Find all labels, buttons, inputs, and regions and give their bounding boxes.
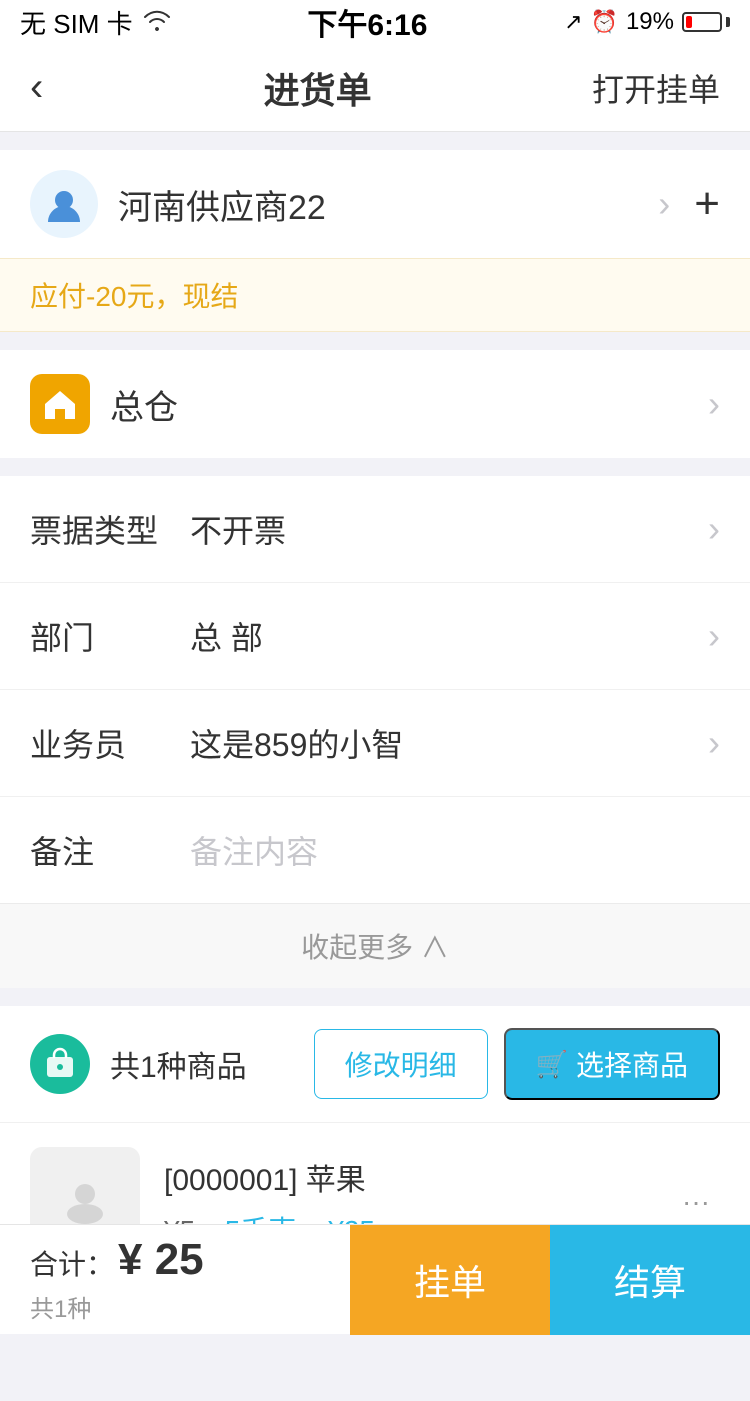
status-bar: 无 SIM 卡 下午6:16 ↗ ⏰ 19% (0, 0, 750, 44)
product-header: 共1种商品 修改明细 🛒 选择商品 (0, 1006, 750, 1122)
salesperson-chevron-icon: › (708, 722, 720, 764)
product-name: [0000001] 苹果 (164, 1155, 672, 1199)
invoice-label: 票据类型 (30, 506, 170, 552)
product-count-icon (30, 1034, 90, 1094)
warehouse-chevron-icon: › (708, 383, 720, 425)
total-amount: ¥ 25 (118, 1235, 204, 1285)
bottom-bar: 合计： ¥ 25 共1种 挂单 结算 (0, 1224, 750, 1334)
field-row-salesperson[interactable]: 业务员 这是859的小智 › (0, 689, 750, 796)
add-supplier-button[interactable]: + (694, 179, 720, 229)
total-label: 合计： (30, 1243, 114, 1283)
hang-button[interactable]: 挂单 (350, 1225, 550, 1335)
salesperson-label: 业务员 (30, 720, 170, 766)
collapse-toggle[interactable]: 收起更多 ∧ (0, 903, 750, 988)
back-button[interactable]: ‹ (30, 65, 43, 110)
status-indicators: ↗ ⏰ 19% (564, 8, 730, 36)
carrier-text: 无 SIM 卡 (20, 4, 133, 41)
location-icon: ↗ (564, 9, 582, 35)
salesperson-value: 这是859的小智 (170, 720, 708, 766)
invoice-chevron-icon: › (708, 508, 720, 550)
warehouse-name: 总仓 (110, 380, 708, 429)
supplier-avatar (30, 170, 98, 238)
divider-2 (0, 332, 750, 350)
department-label: 部门 (30, 613, 170, 659)
field-row-invoice[interactable]: 票据类型 不开票 › (0, 476, 750, 582)
invoice-value: 不开票 (170, 506, 708, 552)
alarm-icon: ⏰ (591, 9, 618, 35)
checkout-button[interactable]: 结算 (550, 1225, 750, 1335)
navigation-bar: ‹ 进货单 打开挂单 (0, 44, 750, 132)
supplier-card: 河南供应商22 › + 应付-20元，现结 (0, 150, 750, 332)
status-time: 下午6:16 (307, 0, 427, 44)
supplier-row[interactable]: 河南供应商22 › + (0, 150, 750, 258)
status-carrier: 无 SIM 卡 (20, 4, 171, 41)
cart-icon: 🛒 (536, 1049, 568, 1080)
divider-4 (0, 988, 750, 1006)
product-count-text: 共1种商品 (110, 1042, 314, 1086)
battery-percent: 19% (626, 8, 674, 36)
total-section: 合计： ¥ 25 共1种 (0, 1235, 350, 1324)
warehouse-card: 总仓 › (0, 350, 750, 458)
remark-input[interactable]: 备注内容 (170, 827, 720, 873)
warehouse-row[interactable]: 总仓 › (0, 350, 750, 458)
page-title: 进货单 (264, 62, 372, 114)
department-chevron-icon: › (708, 615, 720, 657)
supplier-alert: 应付-20元，现结 (0, 258, 750, 332)
product-more-button[interactable]: ··· (672, 1176, 720, 1228)
open-hang-button[interactable]: 打开挂单 (592, 65, 720, 111)
supplier-name: 河南供应商22 (118, 180, 658, 229)
field-row-department[interactable]: 部门 总 部 › (0, 582, 750, 689)
wifi-icon (143, 7, 171, 38)
edit-detail-button[interactable]: 修改明细 (314, 1029, 488, 1099)
divider-1 (0, 132, 750, 150)
divider-3 (0, 458, 750, 476)
warehouse-icon (30, 374, 90, 434)
battery-icon (682, 12, 730, 32)
select-product-button[interactable]: 🛒 选择商品 (504, 1028, 720, 1100)
total-count: 共1种 (30, 1289, 320, 1324)
field-row-remark[interactable]: 备注 备注内容 (0, 796, 750, 903)
fields-card: 票据类型 不开票 › 部门 总 部 › 业务员 这是859的小智 › 备注 备注… (0, 476, 750, 903)
svg-text:智+: 智+ (75, 1209, 97, 1225)
department-value: 总 部 (170, 613, 708, 659)
supplier-chevron-icon: › (658, 183, 670, 225)
remark-label: 备注 (30, 827, 170, 873)
